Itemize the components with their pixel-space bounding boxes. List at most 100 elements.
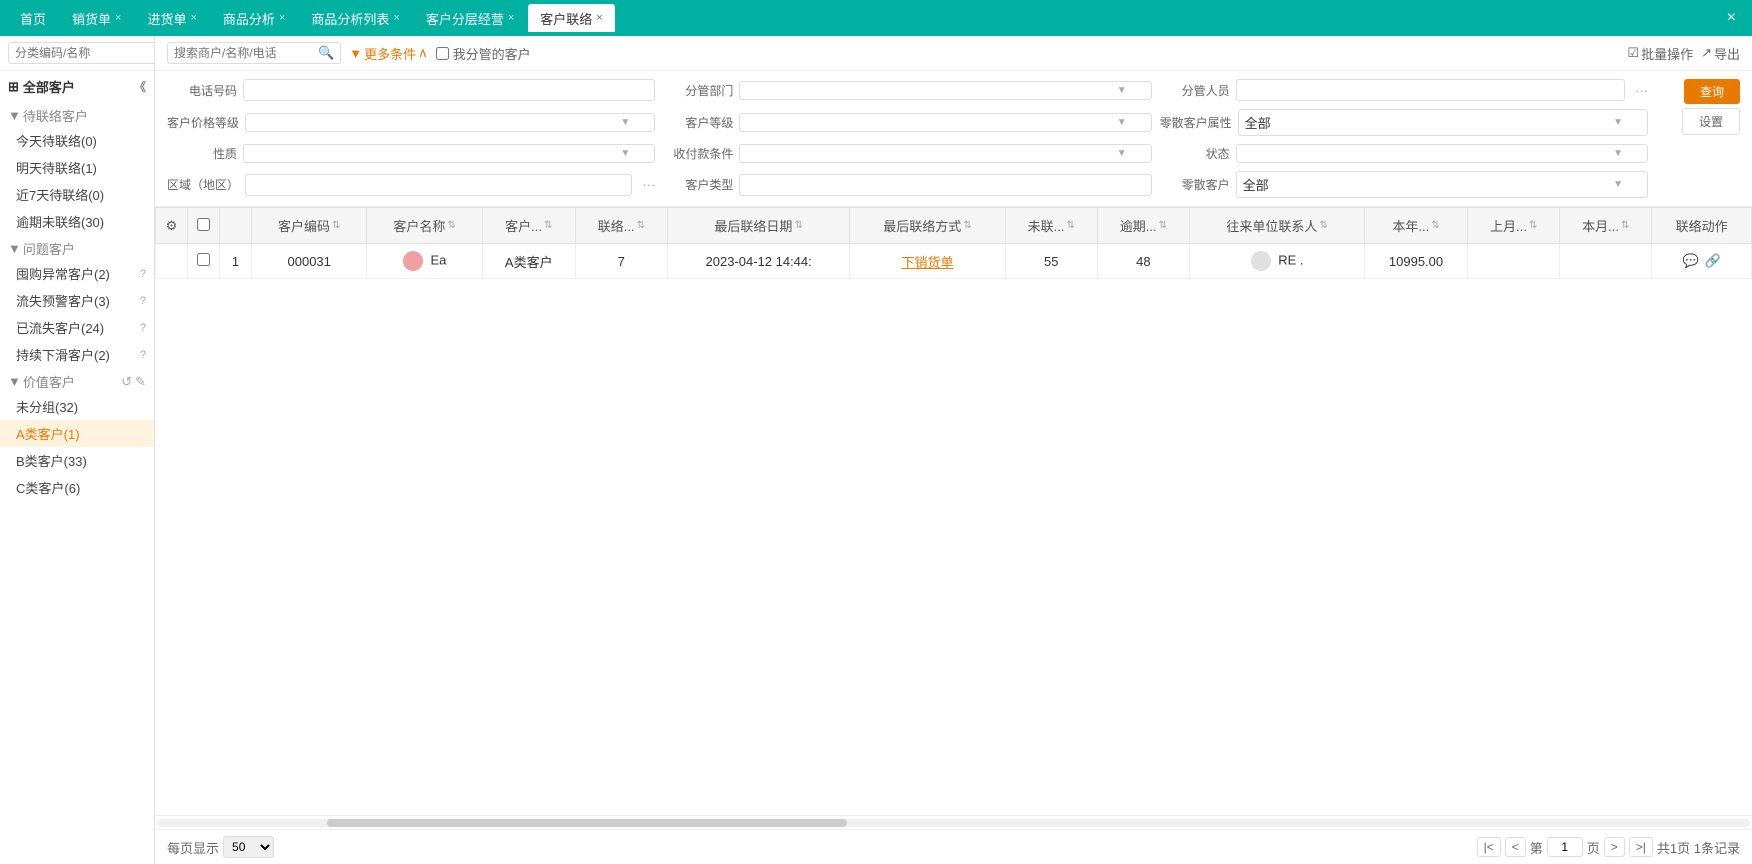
sort-icon-contact[interactable]: ⇅: [636, 220, 644, 231]
price-level-select[interactable]: ▼: [245, 113, 655, 132]
arrow-down-icon-2: ▼: [8, 241, 21, 256]
sidebar-section-value[interactable]: ▼ 价值客户 ↺ ✎: [0, 368, 154, 393]
close-tab-analysis-list[interactable]: ×: [393, 12, 399, 24]
col-unit-contact: 往来单位联系人 ⇅: [1189, 208, 1364, 244]
sort-icon-no-contact[interactable]: ⇅: [1066, 220, 1074, 231]
region-input[interactable]: [245, 174, 632, 196]
sidebar-item-overdue[interactable]: 逾期未联络(30): [0, 208, 154, 235]
my-customers-filter[interactable]: 我分管的客户: [436, 44, 531, 63]
settings-icon[interactable]: ⚙: [166, 218, 178, 233]
sidebar-item-tomorrow[interactable]: 明天待联络(1): [0, 154, 154, 181]
nav-tab-purchase[interactable]: 进货单 ×: [135, 4, 208, 32]
customer-level-arrow-icon: ▼: [1117, 117, 1127, 128]
nav-tab-sales[interactable]: 销货单 ×: [60, 4, 133, 32]
retail-customer-select[interactable]: 全部 ▼: [1236, 171, 1648, 198]
nav-tab-analysis-list[interactable]: 商品分析列表 ×: [299, 4, 411, 32]
contact-method-link[interactable]: 下销货单: [902, 255, 954, 270]
sidebar-item-lostwarning[interactable]: 流失预警客户(3) ?: [0, 287, 154, 314]
filter-cell-retail-attr: 零散客户属性 全部 ▼: [1160, 109, 1648, 136]
my-customers-checkbox[interactable]: [436, 47, 449, 60]
scroll-thumb[interactable]: [327, 819, 847, 827]
col-customer-name: 客户名称 ⇅: [367, 208, 482, 244]
row-checkbox-cell[interactable]: [188, 244, 220, 279]
sidebar-item-class-c[interactable]: C类客户(6): [0, 474, 154, 501]
page-input[interactable]: [1547, 837, 1583, 857]
sidebar-item-class-a[interactable]: A类客户(1): [0, 420, 154, 447]
nav-tab-customer-mgmt[interactable]: 客户分层经营 ×: [414, 4, 526, 32]
sort-icon-overdue[interactable]: ⇅: [1159, 220, 1167, 231]
sort-icon-this-month[interactable]: ⇅: [1621, 220, 1629, 231]
row-last-contact-method[interactable]: 下销货单: [850, 244, 1005, 279]
manager-more-icon[interactable]: ···: [1635, 83, 1648, 98]
edit-icon[interactable]: ✎: [135, 374, 146, 390]
sidebar-section-pending[interactable]: ▼ 待联络客户: [0, 102, 154, 127]
sort-icon-name[interactable]: ⇅: [447, 220, 455, 231]
filter-search-input[interactable]: [174, 46, 314, 60]
sort-icon-unit[interactable]: ⇅: [1319, 220, 1327, 231]
query-button[interactable]: 查询: [1684, 79, 1740, 104]
close-tab-purchase[interactable]: ×: [190, 12, 196, 24]
sort-icon-date[interactable]: ⇅: [794, 220, 802, 231]
export-btn[interactable]: ↗ 导出: [1701, 44, 1740, 63]
payment-label: 收付款条件: [663, 145, 733, 162]
status-select[interactable]: ▼: [1236, 144, 1648, 163]
sort-icon-year[interactable]: ⇅: [1431, 220, 1439, 231]
payment-select[interactable]: ▼: [739, 144, 1151, 163]
per-page-select[interactable]: 50 100 200: [223, 836, 274, 858]
first-page-btn[interactable]: |<: [1477, 837, 1501, 857]
close-tab-analysis[interactable]: ×: [279, 12, 285, 24]
settings-button[interactable]: 设置: [1682, 108, 1740, 135]
advanced-filter: 电话号码 分管部门 ▼ 分管人员: [155, 71, 1752, 207]
sidebar-search-input[interactable]: [8, 42, 155, 64]
close-tab-customer-contact[interactable]: ×: [596, 12, 602, 24]
phone-input[interactable]: [243, 79, 655, 101]
filter-search-icon[interactable]: 🔍: [318, 45, 334, 61]
col-no-contact: 未联... ⇅: [1005, 208, 1097, 244]
bulk-op-btn[interactable]: ☑ 批量操作: [1627, 44, 1693, 63]
row-overdue: 48: [1097, 244, 1189, 279]
nav-tab-customer-contact[interactable]: 客户联络 ×: [528, 4, 614, 32]
col-checkbox[interactable]: [188, 208, 220, 244]
retail-attr-select[interactable]: 全部 ▼: [1238, 109, 1648, 136]
region-more-icon[interactable]: ···: [642, 177, 655, 192]
nav-tab-analysis[interactable]: 商品分析 ×: [211, 4, 297, 32]
more-conditions-btn[interactable]: ▼ 更多条件 ∧: [349, 44, 427, 63]
sidebar-item-nogroup[interactable]: 未分组(32): [0, 393, 154, 420]
close-all-tabs[interactable]: ×: [1719, 9, 1744, 27]
refresh-icon[interactable]: ↺: [121, 374, 132, 390]
col-settings[interactable]: ⚙: [156, 208, 188, 244]
scroll-track[interactable]: [157, 819, 1750, 827]
sort-icon-code[interactable]: ⇅: [332, 220, 340, 231]
sort-icon-type[interactable]: ⇅: [544, 220, 552, 231]
last-page-btn[interactable]: >|: [1629, 837, 1653, 857]
chat-icon[interactable]: 💬: [1683, 253, 1699, 269]
manager-input[interactable]: [1236, 79, 1625, 101]
customer-level-select[interactable]: ▼: [739, 113, 1151, 132]
sort-icon-method[interactable]: ⇅: [963, 220, 971, 231]
close-tab-customer-mgmt[interactable]: ×: [508, 12, 514, 24]
horizontal-scrollbar[interactable]: [155, 815, 1752, 829]
customer-type-input[interactable]: [739, 174, 1151, 196]
sidebar-section-problem[interactable]: ▼ 问题客户: [0, 235, 154, 260]
link-icon[interactable]: 🔗: [1705, 253, 1721, 269]
sidebar-item-7days[interactable]: 近7天待联络(0): [0, 181, 154, 208]
page-suffix: 页: [1587, 838, 1600, 857]
close-tab-sales[interactable]: ×: [115, 12, 121, 24]
sidebar-item-lost[interactable]: 已流失客户(24) ?: [0, 314, 154, 341]
nav-home[interactable]: 首页: [8, 9, 58, 28]
sidebar-item-hoarding[interactable]: 囤购异常客户(2) ?: [0, 260, 154, 287]
sidebar-item-today[interactable]: 今天待联络(0): [0, 127, 154, 154]
sidebar-collapse[interactable]: 《: [134, 78, 146, 95]
dept-select[interactable]: ▼: [739, 81, 1151, 100]
sort-icon-last-month[interactable]: ⇅: [1529, 220, 1537, 231]
row-checkbox[interactable]: [197, 253, 210, 266]
sidebar-item-declining[interactable]: 持续下滑客户(2) ?: [0, 341, 154, 368]
select-all-checkbox[interactable]: [197, 218, 210, 231]
nature-select[interactable]: ▼: [243, 144, 655, 163]
row-code[interactable]: 000031: [252, 244, 367, 279]
checkbox-icon: ☑: [1627, 45, 1639, 61]
prev-page-btn[interactable]: <: [1505, 837, 1526, 857]
sidebar-all-customers[interactable]: ⊞ 全部客户 《: [0, 71, 154, 102]
next-page-btn[interactable]: >: [1604, 837, 1625, 857]
sidebar-item-class-b[interactable]: B类客户(33): [0, 447, 154, 474]
